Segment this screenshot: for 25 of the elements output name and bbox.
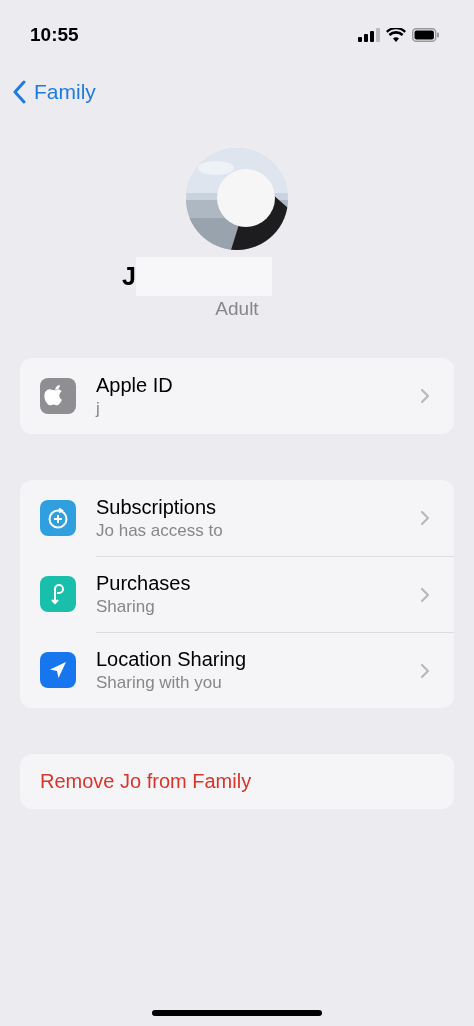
settings-row[interactable]: Location Sharing Sharing with you: [20, 632, 454, 708]
row-subtitle: j: [96, 398, 101, 419]
signal-icon: [358, 28, 380, 42]
chevron-left-icon: [12, 80, 26, 104]
wifi-icon: [386, 28, 406, 42]
row-subtitle: Sharing: [96, 597, 156, 617]
chevron-right-icon: [420, 388, 430, 404]
settings-row[interactable]: Subscriptions Jo has access to: [20, 480, 454, 556]
row-title: Apple ID: [96, 373, 174, 397]
chevron-right-icon: [420, 586, 430, 603]
chevron-right-icon: [420, 510, 430, 526]
member-name: J: [122, 261, 136, 291]
row-title: Location Sharing: [96, 648, 248, 671]
status-time: 10:55: [30, 24, 79, 46]
row-title: Purchases: [96, 572, 192, 595]
battery-icon: [412, 28, 440, 42]
row-title: Subscriptions: [96, 495, 218, 519]
chevron-right-icon: [420, 662, 430, 679]
settings-row[interactable]: Apple ID j: [20, 358, 454, 434]
row-subtitle: Sharing with you: [96, 673, 223, 693]
member-role: Adult: [215, 298, 259, 320]
row-subtitle: Jo has access to: [96, 520, 224, 541]
settings-row[interactable]: Purchases Sharing: [20, 556, 454, 632]
remove-member-button[interactable]: Remove Jo from Family: [20, 754, 454, 809]
back-button[interactable]: Family: [12, 80, 96, 104]
